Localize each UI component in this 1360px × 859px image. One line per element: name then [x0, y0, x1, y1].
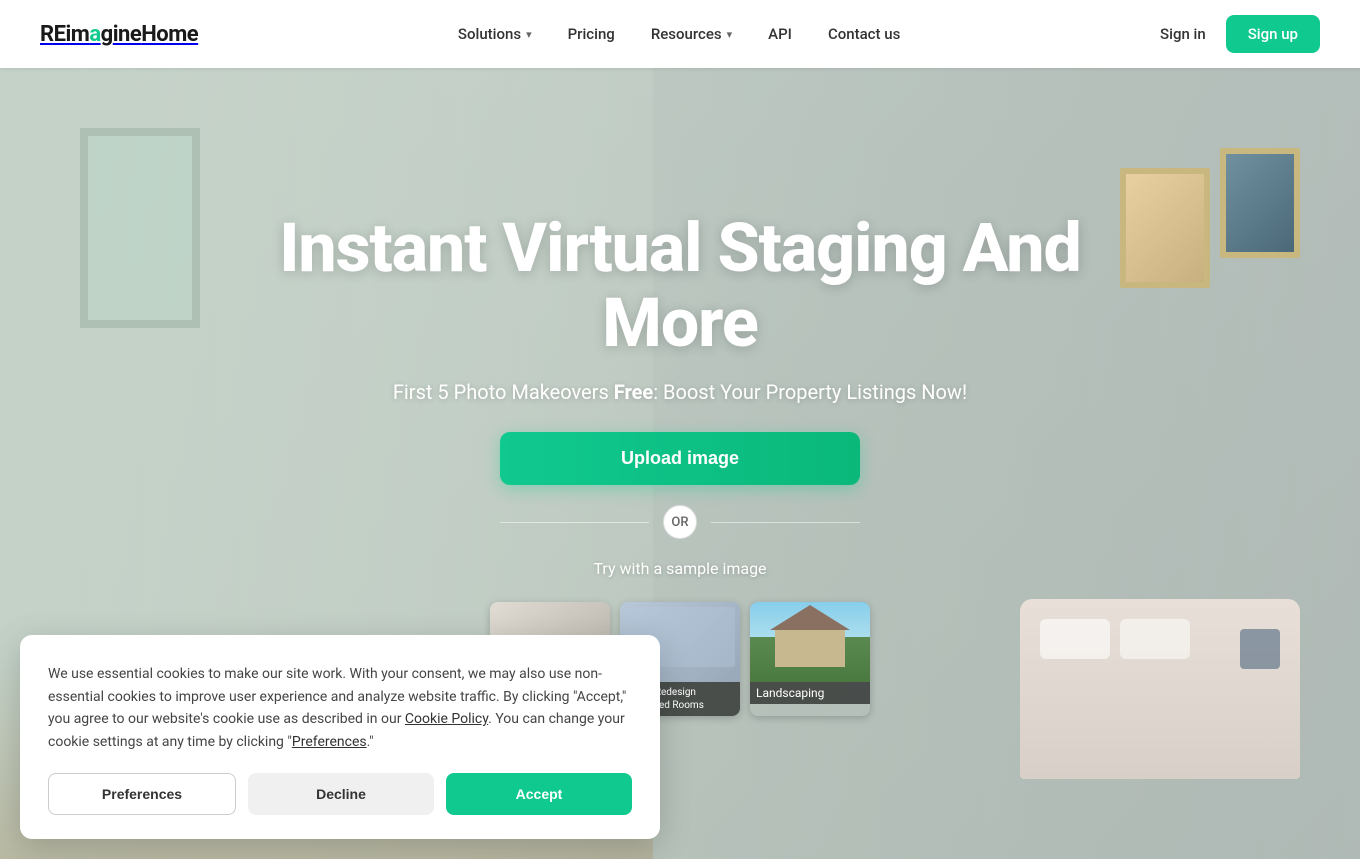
- nav-api[interactable]: API: [768, 25, 792, 43]
- cookie-policy-link[interactable]: Cookie Policy: [405, 711, 488, 727]
- nav-pricing[interactable]: Pricing: [568, 25, 615, 43]
- hero-title: Instant Virtual Staging And More: [250, 211, 1110, 361]
- artwork-1-decoration: [1120, 168, 1210, 288]
- artwork-2-decoration: [1220, 148, 1300, 258]
- cookie-buttons: Preferences Decline Accept: [48, 773, 632, 815]
- chevron-down-icon: ▾: [727, 28, 733, 41]
- cookie-banner: We use essential cookies to make our sit…: [20, 635, 660, 839]
- nav-contact[interactable]: Contact us: [828, 25, 900, 43]
- nav-links: Solutions ▾ Pricing Resources ▾ API Cont…: [458, 25, 900, 43]
- sample-label-3: Landscaping: [750, 682, 870, 704]
- divider-line-left: [500, 522, 649, 523]
- window-decoration: [80, 128, 200, 328]
- cookie-text: We use essential cookies to make our sit…: [48, 663, 632, 753]
- decline-button[interactable]: Decline: [248, 773, 434, 815]
- nav-solutions[interactable]: Solutions ▾: [458, 25, 532, 43]
- preferences-button[interactable]: Preferences: [48, 773, 236, 815]
- or-divider: OR: [500, 505, 860, 539]
- upload-image-button[interactable]: Upload image: [500, 432, 860, 485]
- sample-images-label: Try with a sample image: [593, 559, 766, 578]
- navbar: REimagineHome Solutions ▾ Pricing Resour…: [0, 0, 1360, 68]
- signin-link[interactable]: Sign in: [1160, 25, 1206, 43]
- chevron-down-icon: ▾: [526, 28, 532, 41]
- nav-right: Sign in Sign up: [1160, 15, 1320, 53]
- sample-image-3[interactable]: Landscaping: [750, 602, 870, 716]
- signup-button[interactable]: Sign up: [1226, 15, 1320, 53]
- sample-thumbnail-3: [750, 602, 870, 682]
- preferences-text-link[interactable]: Preferences: [292, 734, 367, 750]
- hero-subtitle: First 5 Photo Makeovers Free: Boost Your…: [393, 380, 967, 404]
- divider-line-right: [711, 522, 860, 523]
- nav-resources[interactable]: Resources ▾: [651, 25, 732, 43]
- logo[interactable]: REimagineHome: [40, 22, 198, 47]
- accept-button[interactable]: Accept: [446, 773, 632, 815]
- logo-text: REimagineHome: [40, 22, 198, 47]
- or-text: OR: [663, 505, 697, 539]
